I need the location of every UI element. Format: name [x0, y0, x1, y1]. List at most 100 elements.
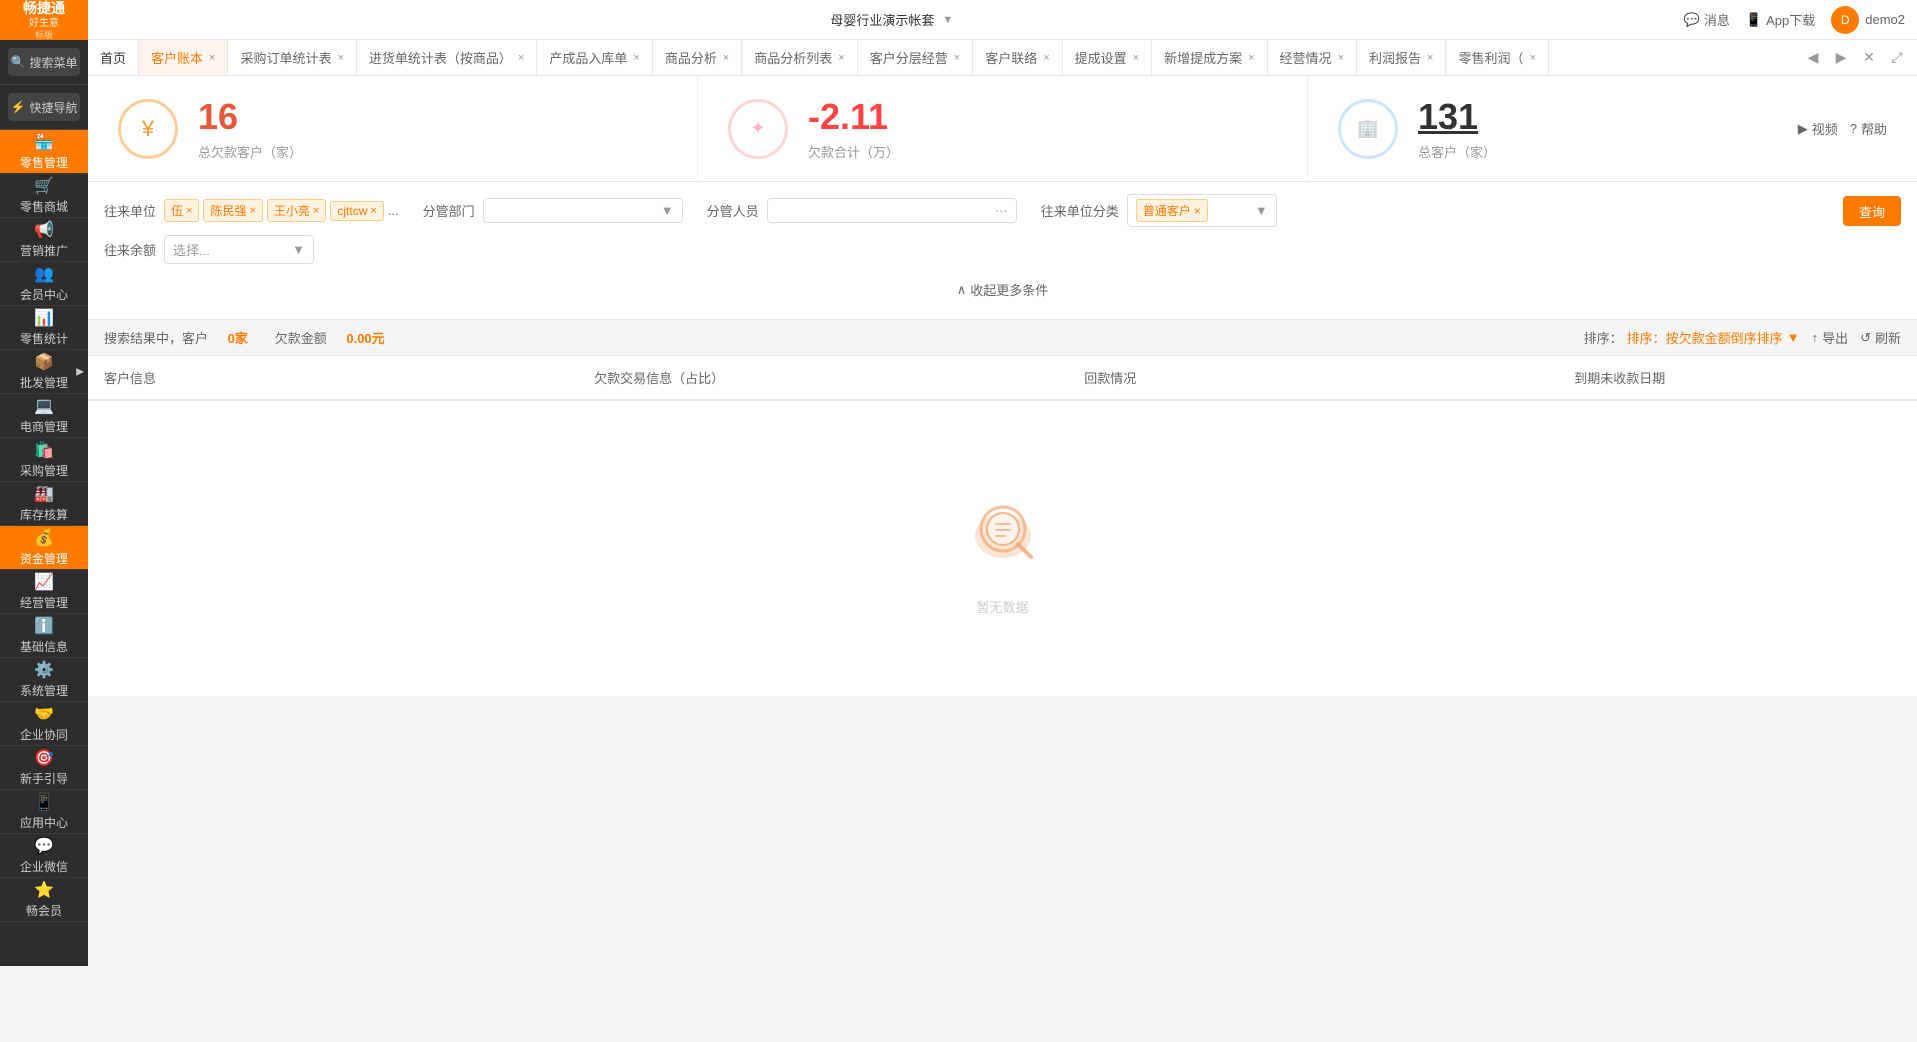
- tab-commission-settings[interactable]: 提成设置 ×: [1063, 40, 1152, 76]
- nav-scroll-left-btn[interactable]: ◀: [1801, 46, 1825, 70]
- sidebar-item-system[interactable]: ⚙️ 系统管理: [0, 658, 88, 702]
- sidebar-item-vip-member[interactable]: ⭐ 畅会员: [0, 878, 88, 922]
- sidebar-item-operations[interactable]: 📈 经营管理: [0, 570, 88, 614]
- tab-new-commission[interactable]: 新增提成方案 ×: [1152, 40, 1267, 76]
- sidebar-item-finance[interactable]: 💰 资金管理: [0, 526, 88, 570]
- tab-retail-profit-label: 零售利润（: [1458, 48, 1523, 67]
- dept-select[interactable]: ▼: [483, 198, 683, 223]
- balance-select[interactable]: 选择... ▼: [164, 235, 314, 264]
- tab-business-status-close[interactable]: ×: [1338, 52, 1344, 64]
- purchase-icon: 🛍️: [34, 440, 54, 460]
- sidebar-item-ecommerce[interactable]: 💻 电商管理: [0, 394, 88, 438]
- store-selector-area[interactable]: 母婴行业演示帐套 ▼: [830, 10, 953, 29]
- tab-customer-account[interactable]: 客户账本 ×: [139, 40, 228, 76]
- sidebar-item-retail-mall[interactable]: 🛒 零售商城: [0, 174, 88, 218]
- unit-category-select[interactable]: 普通客户 × ▼: [1127, 194, 1277, 227]
- tab-retail-profit-close[interactable]: ×: [1529, 52, 1535, 64]
- stat-info-2: -2.11 欠款合计（万）: [808, 96, 1277, 161]
- help-links-area: ▶ 视频 ? 帮助: [1798, 119, 1887, 138]
- doc-help-btn[interactable]: ? 帮助: [1850, 119, 1887, 138]
- message-icon: 💬: [1684, 12, 1700, 28]
- unit-tag-cjttcw[interactable]: cjttcw ×: [330, 201, 383, 221]
- nav-scroll-right-btn[interactable]: ▶: [1829, 46, 1853, 70]
- sidebar-item-enterprise-wechat[interactable]: 💬 企业微信: [0, 834, 88, 878]
- tab-purchase-order[interactable]: 采购订单统计表 ×: [228, 40, 356, 76]
- sidebar-search-area[interactable]: 🔍 搜索菜单: [0, 40, 88, 85]
- tab-profit-report-close[interactable]: ×: [1427, 52, 1433, 64]
- video-help-btn[interactable]: ▶ 视频: [1798, 119, 1838, 138]
- sidebar-item-retail-mgmt[interactable]: 🏪 零售管理: [0, 130, 88, 174]
- collapse-btn[interactable]: ∧ 收起更多条件: [945, 276, 1061, 303]
- balance-select-arrow-icon: ▼: [292, 242, 305, 257]
- unit-category-tag[interactable]: 普通客户 ×: [1136, 199, 1208, 222]
- user-avatar-area[interactable]: D demo2: [1831, 6, 1905, 34]
- help-links: ▶ 视频 ? 帮助: [1798, 119, 1887, 138]
- unit-tag-wu-close[interactable]: ×: [186, 205, 192, 217]
- tab-product-analysis-close[interactable]: ×: [723, 52, 729, 64]
- tab-customer-contact[interactable]: 客户联络 ×: [973, 40, 1062, 76]
- tab-retail-profit[interactable]: 零售利润（ ×: [1446, 40, 1548, 76]
- sidebar: 畅捷通 好生意 标版 🔍 搜索菜单 ⚡ 快捷导航 🏪 零售管理 🛒 零售商城 📢…: [0, 0, 88, 966]
- tab-purchase-order-label: 采购订单统计表: [240, 48, 331, 67]
- person-filter-input[interactable]: ···: [767, 198, 1017, 223]
- quick-nav-btn[interactable]: ⚡ 快捷导航: [8, 93, 80, 121]
- app-download-btn[interactable]: 📱 App下载: [1746, 10, 1815, 29]
- unit-tag-wang-close[interactable]: ×: [313, 205, 319, 217]
- tab-purchase-order-close[interactable]: ×: [337, 52, 343, 64]
- unit-tag-cjttcw-close[interactable]: ×: [370, 205, 376, 217]
- tab-product-analysis-list-close[interactable]: ×: [838, 52, 844, 64]
- tab-product-analysis[interactable]: 商品分析 ×: [653, 40, 742, 76]
- sort-select[interactable]: 排序： 排序：按欠款金额倒序排序 ▼: [1584, 328, 1800, 347]
- sidebar-item-inventory[interactable]: 🏭 库存核算: [0, 482, 88, 526]
- tab-home[interactable]: 首页: [88, 40, 139, 76]
- query-button[interactable]: 查询: [1843, 196, 1901, 226]
- nav-close-all-btn[interactable]: ✕: [1857, 46, 1881, 70]
- unit-more-btn[interactable]: ...: [388, 203, 399, 218]
- sidebar-item-member[interactable]: 👥 会员中心: [0, 262, 88, 306]
- refresh-btn[interactable]: ↺ 刷新: [1860, 328, 1901, 347]
- sidebar-item-new-guide[interactable]: 🎯 新手引导: [0, 746, 88, 790]
- store-dropdown-icon[interactable]: ▼: [942, 14, 953, 26]
- tab-inbound-stats[interactable]: 进货单统计表（按商品） ×: [357, 40, 537, 76]
- finance-icon: 💰: [34, 528, 54, 548]
- tab-inbound-stats-close[interactable]: ×: [518, 52, 524, 64]
- sidebar-quick-nav-area[interactable]: ⚡ 快捷导航: [0, 85, 88, 130]
- tab-customer-segment[interactable]: 客户分层经营 ×: [858, 40, 973, 76]
- export-btn[interactable]: ↑ 导出: [1812, 328, 1849, 347]
- unit-tag-chen[interactable]: 陈民强 ×: [203, 199, 262, 222]
- tab-customer-segment-close[interactable]: ×: [954, 52, 960, 64]
- unit-tag-wang[interactable]: 王小亮 ×: [267, 199, 326, 222]
- th-due-date: 到期未收款日期: [1574, 368, 1901, 387]
- unit-category-tag-close[interactable]: ×: [1194, 204, 1201, 218]
- tab-new-commission-close[interactable]: ×: [1248, 52, 1254, 64]
- unit-tag-chen-close[interactable]: ×: [249, 205, 255, 217]
- person-filter-more-icon[interactable]: ···: [995, 203, 1008, 218]
- sidebar-item-purchase[interactable]: 🛍️ 采购管理: [0, 438, 88, 482]
- sidebar-item-app-center[interactable]: 📱 应用中心: [0, 790, 88, 834]
- tab-commission-settings-close[interactable]: ×: [1133, 52, 1139, 64]
- tab-customer-contact-close[interactable]: ×: [1043, 52, 1049, 64]
- tab-customer-account-close[interactable]: ×: [209, 52, 215, 64]
- stat-card-debt: ✦ -2.11 欠款合计（万）: [698, 76, 1308, 181]
- sidebar-item-enterprise[interactable]: 🤝 企业协同: [0, 702, 88, 746]
- tab-product-inbound[interactable]: 产成品入库单 ×: [537, 40, 652, 76]
- member-icon: 👥: [34, 264, 54, 284]
- sidebar-item-wholesale[interactable]: 📦 批发管理 ▶: [0, 350, 88, 394]
- tab-business-status[interactable]: 经营情况 ×: [1268, 40, 1357, 76]
- quick-nav-icon: ⚡: [11, 100, 26, 114]
- tab-product-analysis-list[interactable]: 商品分析列表 ×: [742, 40, 857, 76]
- unit-tag-wu[interactable]: 伍 ×: [164, 199, 199, 222]
- unit-category-tag-text: 普通客户: [1143, 202, 1191, 219]
- top-bar: 母婴行业演示帐套 ▼ 💬 消息 📱 App下载 D demo2: [0, 0, 1917, 40]
- tab-product-analysis-list-label: 商品分析列表: [754, 48, 832, 67]
- nav-fullscreen-btn[interactable]: ⤢: [1885, 46, 1909, 70]
- sidebar-item-base-info[interactable]: ℹ️ 基础信息: [0, 614, 88, 658]
- message-btn[interactable]: 💬 消息: [1684, 10, 1730, 29]
- th-customer: 客户信息: [104, 368, 594, 387]
- sidebar-item-retail-stats[interactable]: 📊 零售统计: [0, 306, 88, 350]
- tab-profit-report[interactable]: 利润报告 ×: [1357, 40, 1446, 76]
- system-icon: ⚙️: [34, 660, 54, 680]
- sidebar-item-marketing[interactable]: 📢 营销推广: [0, 218, 88, 262]
- search-menu-btn[interactable]: 🔍 搜索菜单: [8, 48, 80, 76]
- tab-product-inbound-close[interactable]: ×: [633, 52, 639, 64]
